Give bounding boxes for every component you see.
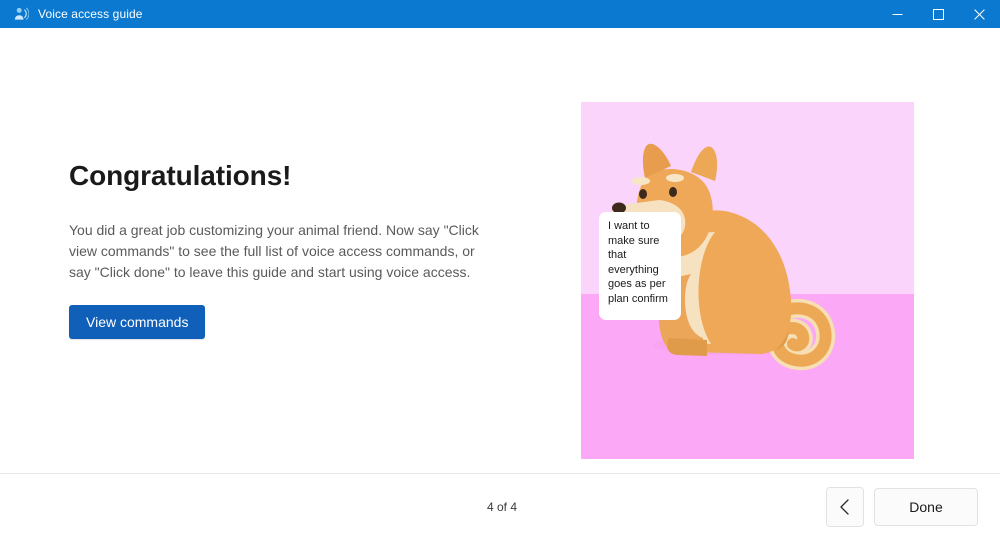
illustration-canvas: I want to make sure that everything goes… (581, 102, 914, 459)
maximize-icon (933, 8, 944, 20)
page-counter: 4 of 4 (487, 500, 518, 514)
window-controls (877, 0, 1000, 28)
text-pane: Congratulations! You did a great job cus… (69, 158, 509, 339)
page-title: Congratulations! (69, 160, 292, 191)
voice-access-guide-window: Voice access guide Congratulations! You … (0, 0, 1000, 540)
dog-front-paw (667, 338, 707, 356)
dog-nose (612, 202, 626, 214)
speech-bubble-text-wrap: I want to make sure that everything goes… (608, 220, 668, 305)
dog-eye-left (639, 189, 647, 199)
footer-bar: 4 of 4 Done (0, 473, 1000, 540)
back-button[interactable] (826, 487, 864, 527)
content-area: Congratulations! You did a great job cus… (0, 28, 1000, 473)
shiba-dog-illustration: I want to make sure that everything goes… (581, 102, 914, 459)
title-bar-left: Voice access guide (0, 0, 143, 28)
maximize-button[interactable] (918, 0, 959, 28)
close-button[interactable] (959, 0, 1000, 28)
window-title: Voice access guide (38, 7, 143, 21)
done-button[interactable]: Done (874, 488, 978, 526)
view-commands-button[interactable]: View commands (69, 305, 206, 339)
title-bar: Voice access guide (0, 0, 1000, 28)
dog-eye-right (669, 187, 677, 197)
speech-bubble-text: I want to make sure that everything goes… (608, 220, 668, 305)
dog-brow-right (666, 174, 684, 182)
minimize-button[interactable] (877, 0, 918, 28)
person-voice-icon (14, 7, 29, 20)
chevron-left-icon (840, 499, 849, 515)
minimize-icon (892, 13, 903, 15)
page-description: You did a great job customizing your ani… (69, 222, 479, 280)
close-icon (974, 8, 985, 20)
footer-buttons: Done (826, 474, 978, 540)
dog-brow-left (632, 177, 650, 185)
